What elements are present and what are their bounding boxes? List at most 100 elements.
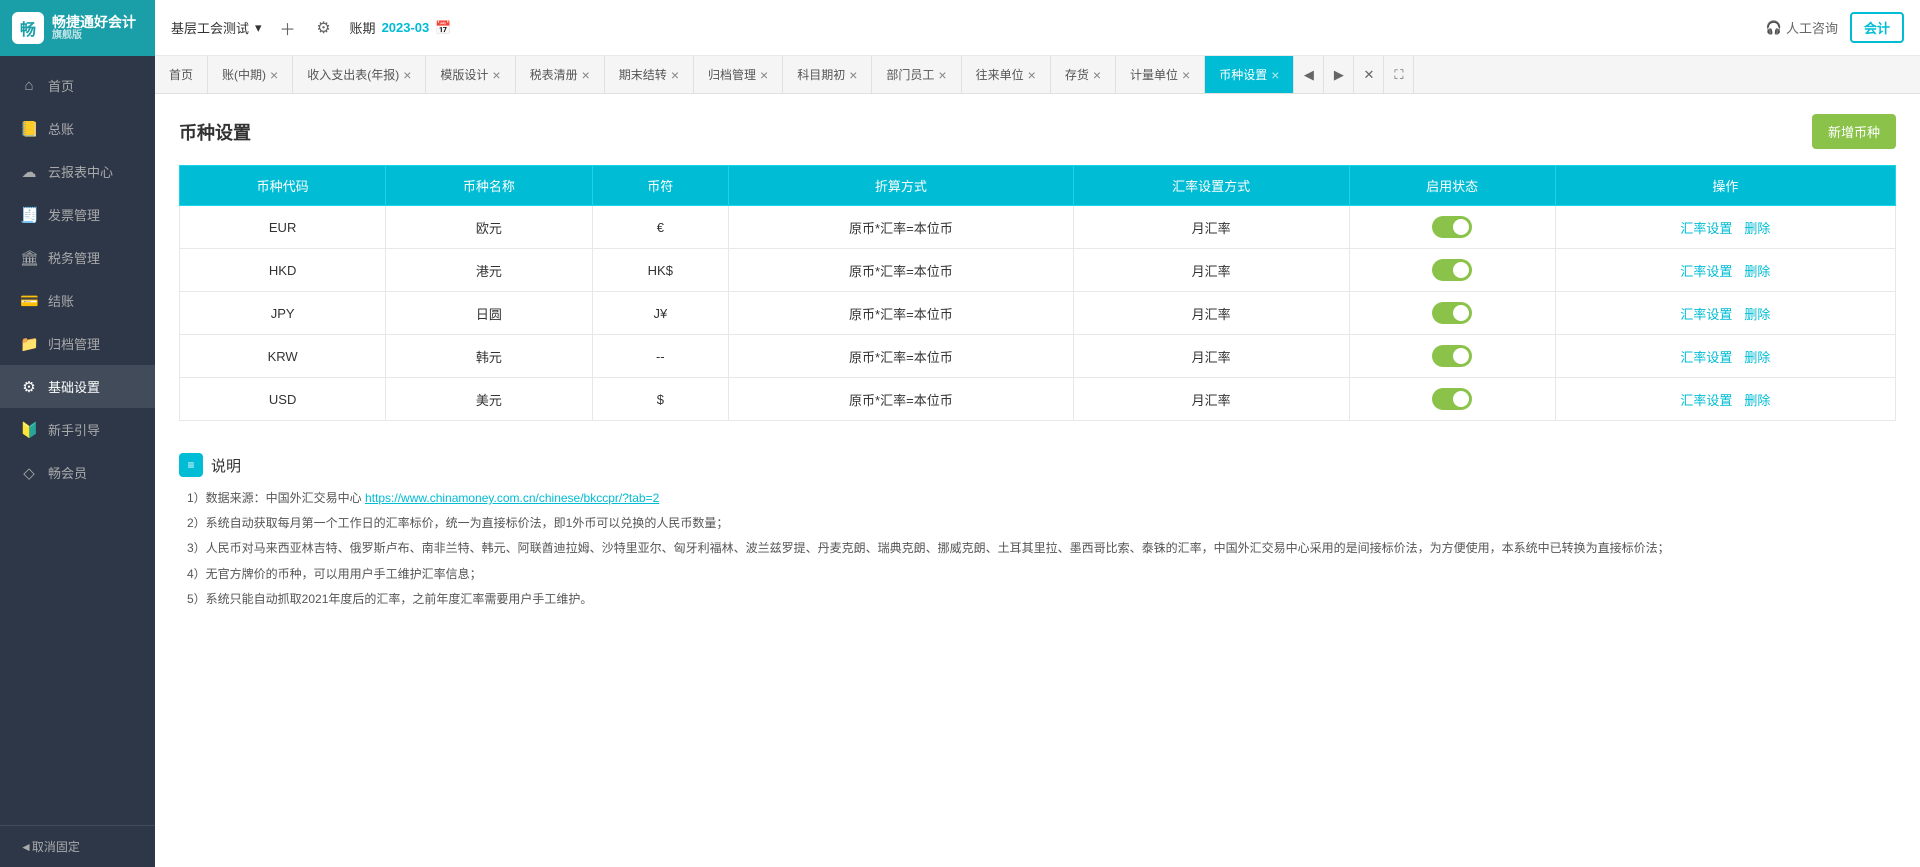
logo-text: 畅捷通好会计 旗舰版 [52,14,136,43]
sidebar-item-ledger[interactable]: 📒总账 [0,107,155,150]
toggle-enabled-0[interactable] [1432,216,1472,238]
tabs-maximize-button[interactable]: ⛶ [1384,56,1414,94]
tab-partner[interactable]: 往来单位 × [962,56,1051,94]
tab-label-template: 模版设计 [440,66,488,83]
cell-rate-method: 月汇率 [1073,206,1349,249]
toggle-enabled-3[interactable] [1432,345,1472,367]
account-button[interactable]: 会计 [1850,12,1904,43]
tab-inventory[interactable]: 存货 × [1051,56,1116,94]
headset-icon: 🎧 [1766,20,1782,36]
tab-tax[interactable]: 税表清册 × [516,56,605,94]
sidebar-item-home[interactable]: ⌂首页 [0,64,155,107]
cell-toggle [1349,206,1555,249]
tab-template[interactable]: 模版设计 × [426,56,515,94]
rate-settings-link[interactable]: 汇率设置 [1680,264,1732,279]
calendar-icon[interactable]: 📅 [435,20,451,36]
topbar: 基层工会测试 ▾ ＋ ⚙ 账期 2023-03 📅 🎧 人工咨询 会计 [155,0,1920,56]
toggle-enabled-1[interactable] [1432,259,1472,281]
tabs-bar: 首页账(中期) ×收入支出表(年报) ×模版设计 ×税表清册 ×期末结转 ×归档… [155,56,1920,94]
toggle-enabled-4[interactable] [1432,388,1472,410]
tabs-next-button[interactable]: ▶ [1324,56,1354,94]
add-tab-icon[interactable]: ＋ [274,14,302,42]
tab-close-period[interactable]: × [270,67,278,83]
cell-name: 美元 [386,378,592,421]
tab-period-end[interactable]: 期末结转 × [605,56,694,94]
cell-actions: 汇率设置删除 [1555,206,1895,249]
sidebar-item-checkout[interactable]: 💳结账 [0,279,155,322]
tabs-close-button[interactable]: ✕ [1354,56,1384,94]
delete-link[interactable]: 删除 [1744,264,1770,279]
new-currency-button[interactable]: 新增币种 [1812,114,1896,149]
delete-link[interactable]: 删除 [1744,307,1770,322]
settings-icon[interactable]: ⚙ [310,14,338,42]
notes-header: ≡ 说明 [179,453,1896,477]
tab-close-inventory[interactable]: × [1093,67,1101,83]
tab-close-template[interactable]: × [492,67,500,83]
tab-close-dept[interactable]: × [938,67,946,83]
tab-currency[interactable]: 币种设置 × [1205,56,1294,94]
note-item: 1）数据来源：中国外汇交易中心 https://www.chinamoney.c… [187,489,1896,508]
tab-close-partner[interactable]: × [1028,67,1036,83]
sidebar-item-reports[interactable]: ☁云报表中心 [0,150,155,193]
cell-symbol: $ [592,378,729,421]
note-item: 3）人民币对马来西亚林吉特、俄罗斯卢布、南非兰特、韩元、阿联酋迪拉姆、沙特里亚尔… [187,539,1896,558]
tab-home[interactable]: 首页 [155,56,208,94]
service-button[interactable]: 🎧 人工咨询 [1766,18,1838,37]
cell-code: EUR [180,206,386,249]
delete-link[interactable]: 删除 [1744,350,1770,365]
tab-close-archive[interactable]: × [760,67,768,83]
tab-period[interactable]: 账(中期) × [208,56,293,94]
sidebar-item-invoice[interactable]: 🧾发票管理 [0,193,155,236]
tab-label-tax: 税表清册 [530,66,578,83]
cell-toggle [1349,378,1555,421]
sidebar-item-guide[interactable]: 🔰新手引导 [0,408,155,451]
tabs-prev-button[interactable]: ◀ [1294,56,1324,94]
tab-label-dept: 部门员工 [886,66,934,83]
cell-name: 欧元 [386,206,592,249]
tab-close-unit[interactable]: × [1182,67,1190,83]
topbar-actions: ＋ ⚙ [274,14,338,42]
tab-subject[interactable]: 科目期初 × [783,56,872,94]
sidebar: 畅 畅捷通好会计 旗舰版 ⌂首页📒总账☁云报表中心🧾发票管理🏛税务管理💳结账📁归… [0,0,155,867]
toggle-enabled-2[interactable] [1432,302,1472,324]
tab-unit[interactable]: 计量单位 × [1116,56,1205,94]
tab-archive[interactable]: 归档管理 × [694,56,783,94]
rate-settings-link[interactable]: 汇率设置 [1680,393,1732,408]
sidebar-item-settings[interactable]: ⚙基础设置 [0,365,155,408]
cell-rate-method: 月汇率 [1073,335,1349,378]
sidebar-item-member[interactable]: ◇畅会员 [0,451,155,494]
nav-label-guide: 新手引导 [48,420,100,439]
currency-table: 币种代码币种名称币符折算方式汇率设置方式启用状态操作 EUR欧元€原币*汇率=本… [179,165,1896,421]
nav-label-reports: 云报表中心 [48,162,113,181]
tab-close-currency[interactable]: × [1271,67,1279,83]
note-link[interactable]: https://www.chinamoney.com.cn/chinese/bk… [365,491,659,505]
sidebar-footer[interactable]: ◄取消固定 [0,825,155,867]
notes-title: 说明 [211,455,241,476]
note-item: 2）系统自动获取每月第一个工作日的汇率标价，统一为直接标价法，即1外币可以兑换的… [187,514,1896,533]
rate-settings-link[interactable]: 汇率设置 [1680,350,1732,365]
delete-link[interactable]: 删除 [1744,393,1770,408]
chevron-down-icon: ▾ [255,20,262,36]
tab-close-subject[interactable]: × [849,67,857,83]
tab-close-period-end[interactable]: × [671,67,679,83]
page-title: 币种设置 [179,119,251,145]
sidebar-item-archive[interactable]: 📁归档管理 [0,322,155,365]
rate-settings-link[interactable]: 汇率设置 [1680,307,1732,322]
cell-symbol: HK$ [592,249,729,292]
nav-icon-home: ⌂ [20,77,38,94]
nav-icon-ledger: 📒 [20,120,38,138]
topbar-period: 账期 2023-03 📅 [350,18,452,37]
col-header: 操作 [1555,166,1895,206]
delete-link[interactable]: 删除 [1744,221,1770,236]
tab-label-archive: 归档管理 [708,66,756,83]
tab-close-income[interactable]: × [403,67,411,83]
rate-settings-link[interactable]: 汇率设置 [1680,221,1732,236]
sidebar-item-tax[interactable]: 🏛税务管理 [0,236,155,279]
tab-income[interactable]: 收入支出表(年报) × [293,56,426,94]
cell-name: 日圆 [386,292,592,335]
tab-label-currency: 币种设置 [1219,66,1267,83]
tab-dept[interactable]: 部门员工 × [872,56,961,94]
topbar-project[interactable]: 基层工会测试 ▾ [171,18,262,37]
table-row: HKD港元HK$原币*汇率=本位币月汇率汇率设置删除 [180,249,1896,292]
tab-close-tax[interactable]: × [582,67,590,83]
